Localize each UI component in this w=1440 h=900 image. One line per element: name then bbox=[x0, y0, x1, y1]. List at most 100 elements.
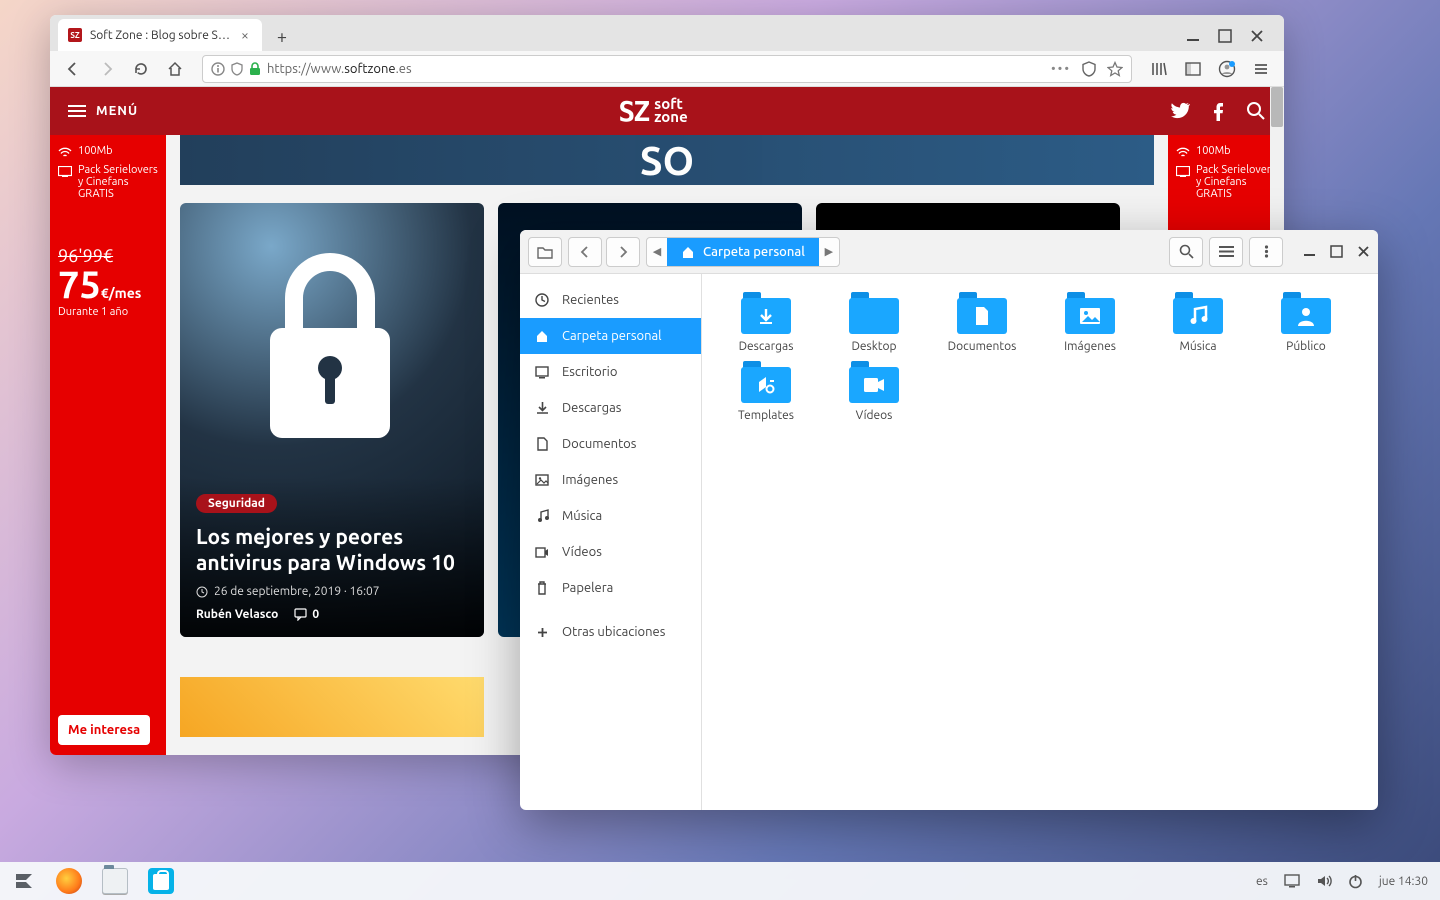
article-tag[interactable]: Seguridad bbox=[196, 494, 277, 513]
volume-tray-icon[interactable] bbox=[1316, 874, 1332, 888]
folder-label: Público bbox=[1286, 340, 1326, 353]
folder-label: Desktop bbox=[851, 340, 896, 353]
tab-title: Soft Zone : Blog sobre S… bbox=[90, 29, 230, 42]
site-header: MENÚ SZ softzone bbox=[50, 87, 1284, 135]
sidebar-item-label: Otras ubicaciones bbox=[562, 625, 665, 639]
taskbar: es jue 14:30 bbox=[0, 862, 1440, 900]
article-card[interactable]: Seguridad Los mejores y peores antivirus… bbox=[180, 203, 484, 637]
sidebar-item-plus[interactable]: Otras ubicaciones bbox=[520, 614, 701, 650]
site-identity[interactable] bbox=[211, 62, 261, 76]
download-icon bbox=[534, 401, 550, 415]
back-button[interactable] bbox=[58, 54, 88, 84]
tab-strip: SZ Soft Zone : Blog sobre S… × + bbox=[50, 15, 1284, 51]
lock-illustration-icon bbox=[240, 253, 420, 453]
fm-view-toggle-button[interactable] bbox=[1209, 237, 1243, 267]
folder-icon bbox=[741, 361, 791, 403]
fm-minimize-button[interactable] bbox=[1303, 245, 1316, 258]
path-next-icon[interactable]: ▶ bbox=[819, 245, 839, 258]
article-author[interactable]: Rubén Velasco bbox=[196, 608, 278, 621]
plus-icon bbox=[534, 626, 550, 639]
home-button[interactable] bbox=[160, 54, 190, 84]
display-tray-icon[interactable] bbox=[1284, 874, 1300, 888]
sidebar-item-image[interactable]: Imágenes bbox=[520, 462, 701, 498]
fm-back-button[interactable] bbox=[568, 237, 602, 267]
maximize-button[interactable] bbox=[1216, 27, 1234, 45]
left-ad-panel[interactable]: 100Mb Pack Serielovers y Cinefans GRATIS… bbox=[50, 135, 166, 755]
folder-label: Imágenes bbox=[1064, 340, 1116, 353]
folder-item[interactable]: Descargas bbox=[714, 292, 818, 353]
tracking-shield-icon[interactable] bbox=[1081, 61, 1097, 77]
sidebar-item-home[interactable]: Carpeta personal bbox=[520, 318, 701, 354]
forward-button[interactable] bbox=[92, 54, 122, 84]
keyboard-indicator[interactable]: es bbox=[1256, 875, 1268, 888]
logo-mark-icon: SZ bbox=[618, 95, 648, 128]
folder-item[interactable]: Vídeos bbox=[822, 361, 926, 422]
close-window-button[interactable] bbox=[1248, 27, 1266, 45]
twitter-icon[interactable] bbox=[1168, 100, 1190, 122]
path-prev-icon[interactable]: ◀ bbox=[647, 245, 667, 258]
reload-button[interactable] bbox=[126, 54, 156, 84]
folder-item[interactable]: Música bbox=[1146, 292, 1250, 353]
video-icon bbox=[534, 547, 550, 558]
fm-maximize-button[interactable] bbox=[1330, 245, 1343, 258]
fm-toolbar: ◀ Carpeta personal ▶ bbox=[520, 230, 1378, 274]
sidebar-item-music[interactable]: Música bbox=[520, 498, 701, 534]
article-title: Los mejores y peores antivirus para Wind… bbox=[196, 523, 468, 576]
folder-item[interactable]: Templates bbox=[714, 361, 818, 422]
folder-icon bbox=[741, 292, 791, 334]
path-current[interactable]: Carpeta personal bbox=[667, 238, 819, 266]
site-logo[interactable]: SZ softzone bbox=[618, 95, 687, 128]
info-icon bbox=[211, 62, 225, 76]
taskbar-files-icon[interactable] bbox=[102, 868, 128, 894]
folder-icon bbox=[1281, 292, 1331, 334]
start-menu-button[interactable] bbox=[12, 869, 36, 893]
fm-places-button[interactable] bbox=[528, 237, 562, 267]
fm-search-button[interactable] bbox=[1169, 237, 1203, 267]
folder-icon bbox=[957, 292, 1007, 334]
tv-icon bbox=[1176, 166, 1190, 177]
facebook-icon[interactable] bbox=[1208, 101, 1228, 121]
sidebar-item-download[interactable]: Descargas bbox=[520, 390, 701, 426]
fm-folder-grid[interactable]: Descargas Desktop Documentos Imágenes Música… bbox=[702, 274, 1378, 810]
search-icon[interactable] bbox=[1246, 101, 1266, 121]
sidebar-item-doc[interactable]: Documentos bbox=[520, 426, 701, 462]
minimize-button[interactable] bbox=[1184, 27, 1202, 45]
sidebar-button[interactable] bbox=[1178, 54, 1208, 84]
taskbar-software-icon[interactable] bbox=[148, 868, 174, 894]
sidebar-item-clock[interactable]: Recientes bbox=[520, 282, 701, 318]
browser-tab[interactable]: SZ Soft Zone : Blog sobre S… × bbox=[58, 19, 262, 51]
article-card[interactable] bbox=[180, 677, 484, 737]
library-button[interactable] bbox=[1144, 54, 1174, 84]
sidebar-item-trash[interactable]: Papelera bbox=[520, 570, 701, 606]
sidebar-item-video[interactable]: Vídeos bbox=[520, 534, 701, 570]
power-tray-icon[interactable] bbox=[1348, 874, 1363, 889]
fm-menu-button[interactable] bbox=[1249, 237, 1283, 267]
folder-item[interactable]: Documentos bbox=[930, 292, 1034, 353]
url-text: https://www.softzone.es bbox=[267, 62, 1045, 76]
ad-price: 96'99€ 75€/mes Durante 1 año bbox=[58, 246, 158, 318]
sidebar-item-label: Recientes bbox=[562, 293, 619, 307]
bookmark-star-icon[interactable] bbox=[1107, 61, 1123, 77]
sidebar-item-label: Música bbox=[562, 509, 602, 523]
folder-item[interactable]: Público bbox=[1254, 292, 1358, 353]
address-bar[interactable]: https://www.softzone.es ••• bbox=[202, 55, 1132, 83]
taskbar-firefox-icon[interactable] bbox=[56, 868, 82, 894]
sidebar-item-label: Descargas bbox=[562, 401, 621, 415]
sidebar-item-label: Documentos bbox=[562, 437, 636, 451]
account-button[interactable] bbox=[1212, 54, 1242, 84]
new-tab-button[interactable]: + bbox=[268, 23, 296, 51]
fm-pathbar[interactable]: ◀ Carpeta personal ▶ bbox=[646, 237, 840, 267]
sidebar-item-desktop[interactable]: Escritorio bbox=[520, 354, 701, 390]
folder-label: Vídeos bbox=[856, 409, 893, 422]
tab-close-button[interactable]: × bbox=[238, 28, 252, 42]
folder-item[interactable]: Imágenes bbox=[1038, 292, 1142, 353]
ad-cta-button[interactable]: Me interesa bbox=[58, 715, 150, 745]
clock[interactable]: jue 14:30 bbox=[1379, 875, 1428, 888]
doc-icon bbox=[534, 437, 550, 451]
app-menu-button[interactable] bbox=[1246, 54, 1276, 84]
page-actions-icon[interactable]: ••• bbox=[1051, 62, 1071, 76]
fm-forward-button[interactable] bbox=[606, 237, 640, 267]
fm-close-button[interactable] bbox=[1357, 245, 1370, 258]
folder-item[interactable]: Desktop bbox=[822, 292, 926, 353]
site-menu-button[interactable]: MENÚ bbox=[68, 104, 138, 118]
